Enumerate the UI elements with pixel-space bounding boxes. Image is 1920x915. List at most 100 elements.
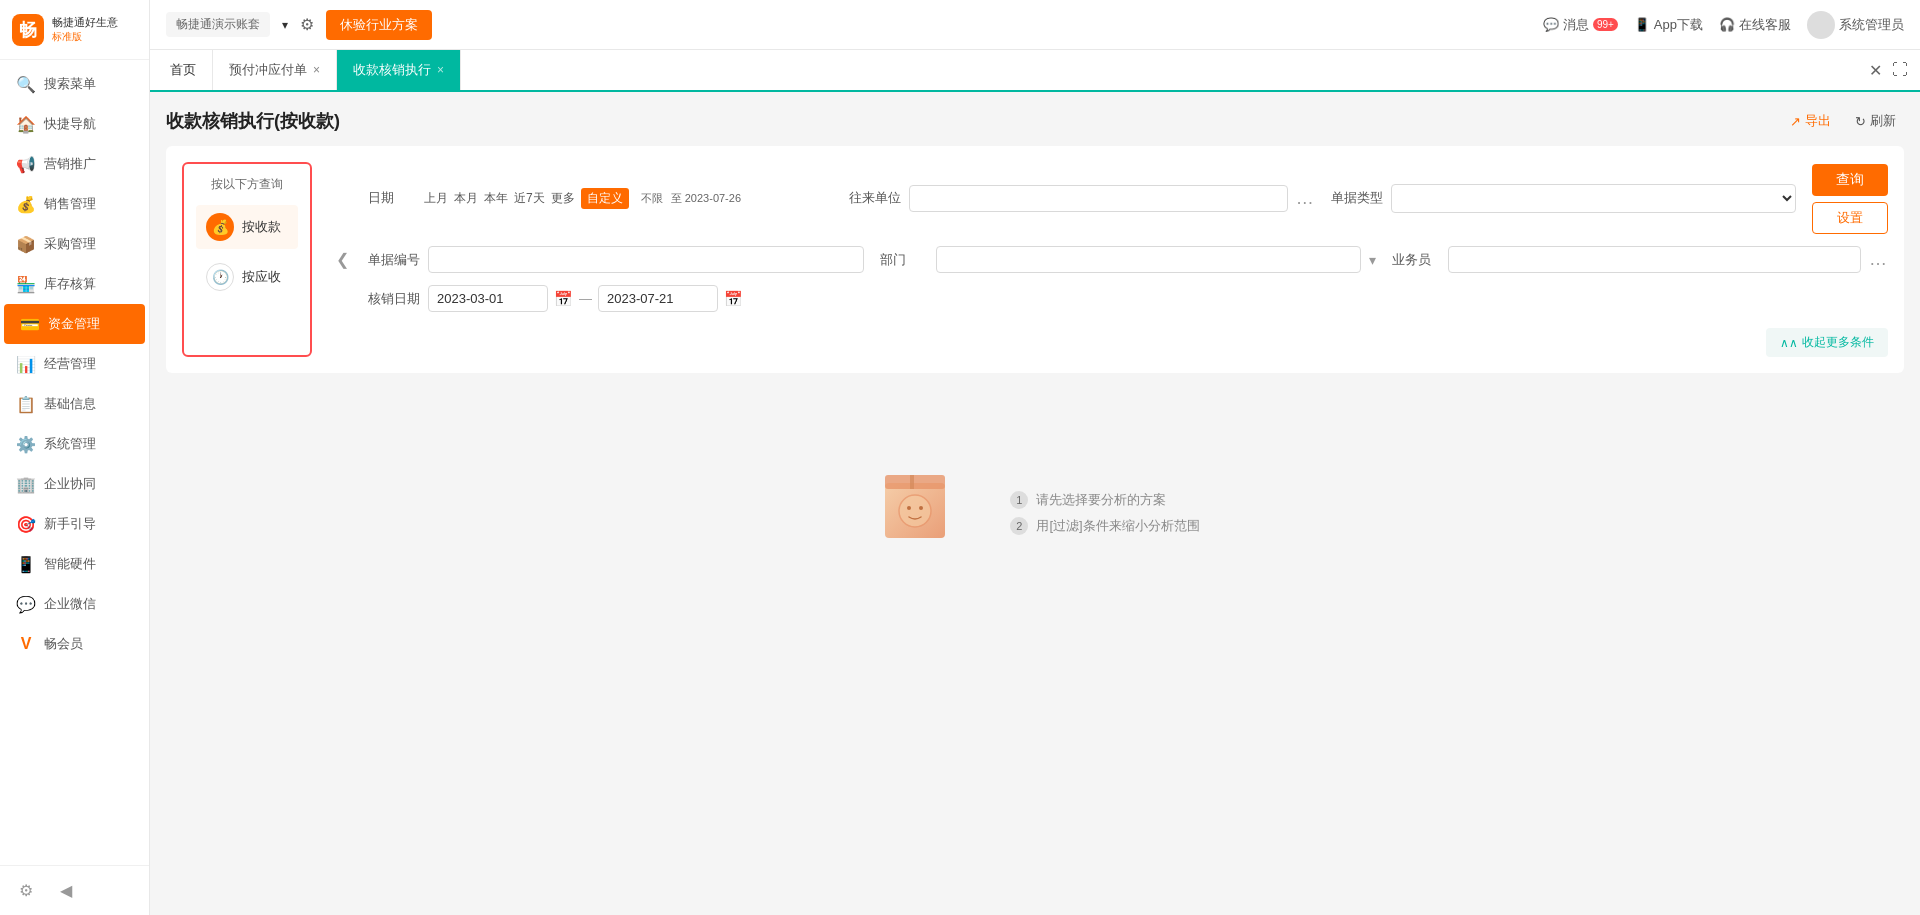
hint-text-2: 用[过滤]条件来缩小分析范围 xyxy=(1036,517,1199,535)
query-option-by-receipt[interactable]: 💰 按收款 xyxy=(196,205,298,249)
content-area: 收款核销执行(按收款) ↗ 导出 ↻ 刷新 按以下方查询 💰 按收款 xyxy=(150,92,1920,915)
cancel-date-start-input[interactable] xyxy=(428,285,548,312)
page-actions: ↗ 导出 ↻ 刷新 xyxy=(1782,108,1904,134)
sidebar-item-marketing[interactable]: 📢 营销推广 xyxy=(0,144,149,184)
sidebar-item-purchase[interactable]: 📦 采购管理 xyxy=(0,224,149,264)
sidebar-item-search[interactable]: 🔍 搜索菜单 xyxy=(0,64,149,104)
company-dropdown-icon[interactable]: ▾ xyxy=(282,18,288,32)
notification-btn[interactable]: 💬 消息 99+ xyxy=(1543,16,1618,34)
sidebar-item-hardware[interactable]: 📱 智能硬件 xyxy=(0,544,149,584)
more-filter-button[interactable]: ∧∧ 收起更多条件 xyxy=(1766,328,1888,357)
avatar xyxy=(1807,11,1835,39)
online-service-label: 在线客服 xyxy=(1739,16,1791,34)
operation-icon: 📊 xyxy=(16,354,36,374)
staff-input[interactable] xyxy=(1448,246,1861,273)
sidebar-collapse-btn[interactable]: ◀ xyxy=(52,877,80,905)
company-name: 畅捷通演示账套 xyxy=(176,16,260,33)
date-more[interactable]: 更多 xyxy=(551,190,575,207)
refresh-button[interactable]: ↻ 刷新 xyxy=(1847,108,1904,134)
dept-label: 部门 xyxy=(880,251,928,269)
sidebar-item-system[interactable]: ⚙️ 系统管理 xyxy=(0,424,149,464)
query-button[interactable]: 查询 xyxy=(1812,164,1888,196)
sidebar-item-inventory[interactable]: 🏪 库存核算 xyxy=(0,264,149,304)
counterparty-input[interactable] xyxy=(909,185,1287,212)
tab-receivable-cancel[interactable]: 收款核销执行 × xyxy=(337,50,461,90)
notification-icon: 💬 xyxy=(1543,17,1559,32)
sidebar-label-quick-nav: 快捷导航 xyxy=(44,115,96,133)
svg-point-3 xyxy=(899,495,931,527)
sidebar-label-guide: 新手引导 xyxy=(44,515,96,533)
cancel-date-start-calendar-icon[interactable]: 📅 xyxy=(554,290,573,308)
page-header: 收款核销执行(按收款) ↗ 导出 ↻ 刷新 xyxy=(166,108,1904,134)
more-filter-label: 收起更多条件 xyxy=(1802,334,1874,351)
sidebar-item-quick-nav[interactable]: 🏠 快捷导航 xyxy=(0,104,149,144)
inventory-icon: 🏪 xyxy=(16,274,36,294)
maximize-window-icon[interactable]: ⛶ xyxy=(1892,61,1908,79)
export-icon: ↗ xyxy=(1790,114,1801,129)
service-icon: 🎧 xyxy=(1719,17,1735,32)
cancel-date-end-input[interactable] xyxy=(598,285,718,312)
filter-row-1: 日期 上月 本月 本年 近7天 更多 自定义 不限 xyxy=(368,162,1888,234)
user-menu[interactable]: 系统管理员 xyxy=(1807,11,1904,39)
dept-dropdown-icon[interactable]: ▾ xyxy=(1369,252,1376,268)
sidebar-item-wechat[interactable]: 💬 企业微信 xyxy=(0,584,149,624)
tab-prepayment[interactable]: 预付冲应付单 × xyxy=(213,50,337,90)
date-custom[interactable]: 自定义 xyxy=(581,188,629,209)
app-download-btn[interactable]: 📱 App下载 xyxy=(1634,16,1703,34)
query-option-receivable-label: 按应收 xyxy=(242,268,281,286)
date-last-month[interactable]: 上月 xyxy=(424,190,448,207)
export-button[interactable]: ↗ 导出 xyxy=(1782,108,1839,134)
empty-illustration xyxy=(870,453,970,553)
query-selector-title: 按以下方查询 xyxy=(196,176,298,193)
sidebar-item-enterprise[interactable]: 🏢 企业协同 xyxy=(0,464,149,504)
notification-badge: 99+ xyxy=(1593,18,1618,31)
doc-type-label: 单据类型 xyxy=(1331,189,1383,207)
tab-prepayment-label: 预付冲应付单 xyxy=(229,61,307,79)
sidebar-label-member: 畅会员 xyxy=(44,635,83,653)
counterparty-dots-icon[interactable]: … xyxy=(1296,188,1315,209)
date-this-month[interactable]: 本月 xyxy=(454,190,478,207)
cancel-date-range: 📅 — 📅 xyxy=(428,285,743,312)
tab-receivable-close-icon[interactable]: × xyxy=(437,63,444,77)
empty-state: 1 请先选择要分析的方案 2 用[过滤]条件来缩小分析范围 xyxy=(166,393,1904,633)
date-this-year[interactable]: 本年 xyxy=(484,190,508,207)
more-filter-row: ∧∧ 收起更多条件 xyxy=(368,324,1888,357)
collapse-filter-btn[interactable]: ❮ xyxy=(332,162,352,357)
company-selector[interactable]: 畅捷通演示账套 xyxy=(166,12,270,37)
online-service-btn[interactable]: 🎧 在线客服 xyxy=(1719,16,1791,34)
sidebar-item-operation[interactable]: 📊 经营管理 xyxy=(0,344,149,384)
sidebar-item-guide[interactable]: 🎯 新手引导 xyxy=(0,504,149,544)
dept-input[interactable] xyxy=(936,246,1361,273)
date-last-7-days[interactable]: 近7天 xyxy=(514,190,545,207)
cancel-date-end-calendar-icon[interactable]: 📅 xyxy=(724,290,743,308)
svg-rect-2 xyxy=(910,475,914,489)
sidebar-item-finance[interactable]: 💳 资金管理 xyxy=(4,304,145,344)
empty-hint-1: 1 请先选择要分析的方案 xyxy=(1010,491,1166,509)
filter-row-2: 单据编号 部门 ▾ 业务员 … xyxy=(368,246,1888,273)
username: 系统管理员 xyxy=(1839,16,1904,34)
doc-no-input[interactable] xyxy=(428,246,864,273)
tab-prepayment-close-icon[interactable]: × xyxy=(313,63,320,77)
industry-solution-button[interactable]: 休验行业方案 xyxy=(326,10,432,40)
sidebar-menu: 🔍 搜索菜单 🏠 快捷导航 📢 营销推广 💰 销售管理 📦 采购管理 🏪 库存核… xyxy=(0,60,149,865)
date-group: 日期 上月 本月 本年 近7天 更多 自定义 不限 xyxy=(368,188,833,209)
staff-group: 业务员 … xyxy=(1392,246,1888,273)
doc-type-select[interactable] xyxy=(1391,184,1796,213)
purchase-icon: 📦 xyxy=(16,234,36,254)
sidebar-item-basic[interactable]: 📋 基础信息 xyxy=(0,384,149,424)
settings-button[interactable]: 设置 xyxy=(1812,202,1888,234)
tab-home[interactable]: 首页 xyxy=(150,50,213,90)
tab-home-label: 首页 xyxy=(170,61,196,79)
doc-type-group: 单据类型 xyxy=(1331,184,1796,213)
sidebar-label-search: 搜索菜单 xyxy=(44,75,96,93)
staff-dots-icon[interactable]: … xyxy=(1869,249,1888,270)
sidebar-item-member[interactable]: V 畅会员 xyxy=(0,624,149,664)
query-option-by-receivable[interactable]: 🕐 按应收 xyxy=(196,255,298,299)
sidebar-settings-btn[interactable]: ⚙ xyxy=(12,877,40,905)
close-window-icon[interactable]: ✕ xyxy=(1869,61,1882,80)
hint-text-1: 请先选择要分析的方案 xyxy=(1036,491,1166,509)
sidebar-item-sales[interactable]: 💰 销售管理 xyxy=(0,184,149,224)
counterparty-group: 往来单位 … xyxy=(849,185,1314,212)
refresh-icon: ↻ xyxy=(1855,114,1866,129)
settings-gear-icon[interactable]: ⚙ xyxy=(300,15,314,34)
